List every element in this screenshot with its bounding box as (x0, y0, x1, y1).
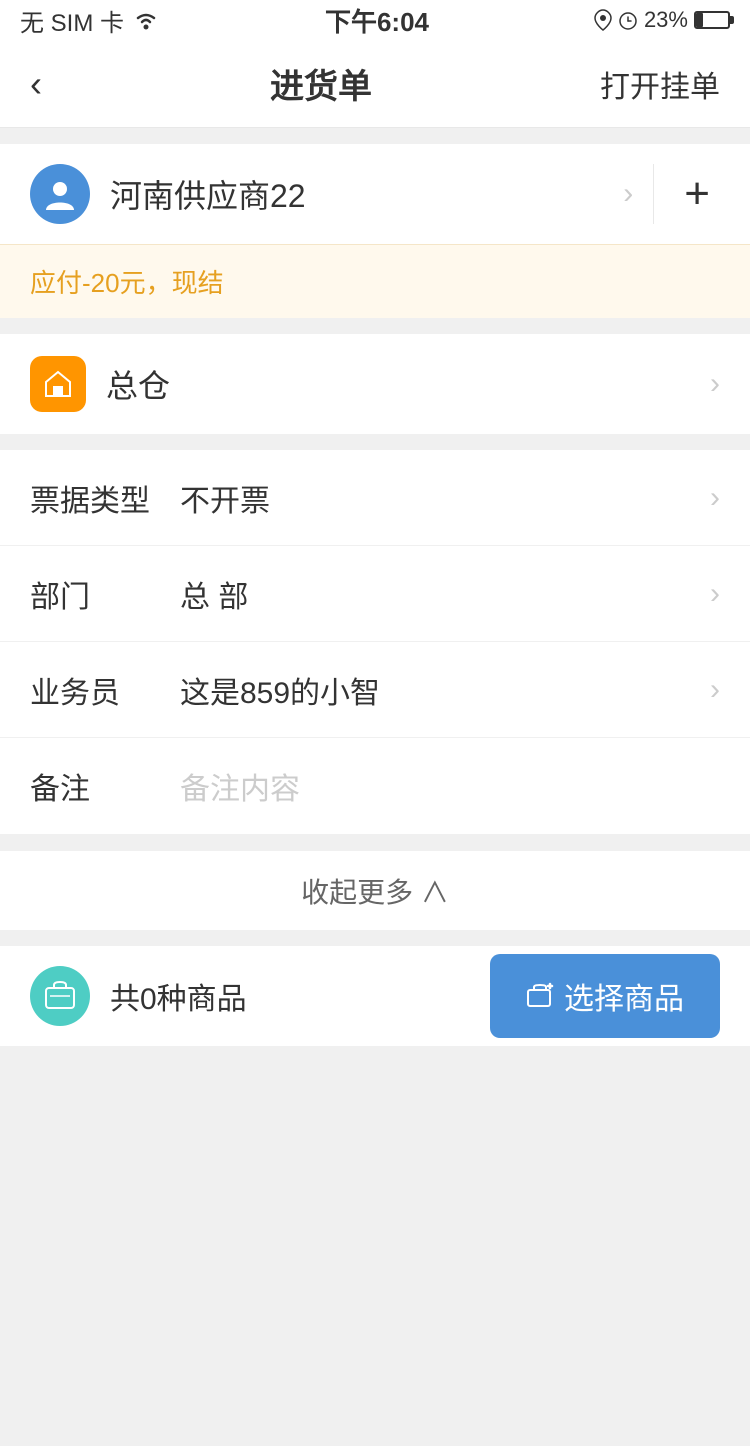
remarks-row[interactable]: 备注 备注内容 (0, 738, 750, 834)
select-cart-icon (526, 982, 554, 1010)
supplier-chevron-icon: › (623, 177, 633, 211)
collapse-section: 收起更多 ∧ (0, 850, 750, 930)
select-btn-label: 选择商品 (564, 974, 684, 1018)
salesperson-value: 这是859的小智 (160, 668, 710, 712)
cart-icon (42, 978, 78, 1014)
back-button[interactable]: ‹ (30, 63, 42, 105)
nav-bar: ‹ 进货单 打开挂单 (0, 40, 750, 128)
notice-banner: 应付-20元，现结 (0, 244, 750, 318)
salesperson-row[interactable]: 业务员 这是859的小智 › (0, 642, 750, 738)
warehouse-icon (30, 356, 86, 412)
battery-icon (694, 11, 730, 29)
wifi-icon (132, 10, 160, 30)
remarks-label: 备注 (30, 764, 160, 808)
battery-percent: 23% (644, 7, 688, 33)
warehouse-section: 总仓 › (0, 334, 750, 434)
department-label: 部门 (30, 572, 160, 616)
status-bar: 无 SIM 卡 下午6:04 23% (0, 0, 750, 40)
home-icon (42, 368, 74, 400)
person-icon (42, 176, 78, 212)
invoice-type-chevron-icon: › (710, 481, 720, 515)
supplier-divider (653, 164, 654, 224)
supplier-avatar (30, 164, 90, 224)
form-section: 票据类型 不开票 › 部门 总 部 › 业务员 这是859的小智 › 备注 备注… (0, 450, 750, 834)
notice-text: 应付-20元，现结 (30, 268, 224, 298)
product-count: 共0种商品 (110, 974, 490, 1018)
sim-status: 无 SIM 卡 (20, 3, 124, 38)
alarm-icon (618, 9, 638, 31)
department-row[interactable]: 部门 总 部 › (0, 546, 750, 642)
status-left: 无 SIM 卡 (20, 3, 160, 38)
supplier-section: 河南供应商22 › + (0, 144, 750, 244)
department-value: 总 部 (160, 572, 710, 616)
page-background (0, 1046, 750, 1446)
department-chevron-icon: › (710, 577, 720, 611)
invoice-type-row[interactable]: 票据类型 不开票 › (0, 450, 750, 546)
remarks-input[interactable]: 备注内容 (160, 764, 720, 808)
location-icon (594, 9, 612, 31)
salesperson-chevron-icon: › (710, 673, 720, 707)
supplier-row[interactable]: 河南供应商22 › + (30, 144, 720, 244)
page-title: 进货单 (270, 59, 372, 108)
warehouse-chevron-icon: › (710, 367, 720, 401)
warehouse-name: 总仓 (106, 361, 710, 407)
warehouse-row[interactable]: 总仓 › (0, 334, 750, 434)
invoice-type-label: 票据类型 (30, 476, 160, 520)
open-pending-button[interactable]: 打开挂单 (600, 62, 720, 106)
product-icon (30, 966, 90, 1026)
select-product-button[interactable]: 选择商品 (490, 954, 720, 1038)
status-right: 23% (594, 7, 730, 33)
add-supplier-button[interactable]: + (674, 169, 720, 219)
supplier-name: 河南供应商22 (110, 171, 623, 217)
bottom-bar: 共0种商品 选择商品 (0, 946, 750, 1046)
invoice-type-value: 不开票 (160, 476, 710, 520)
collapse-button[interactable]: 收起更多 ∧ (301, 871, 449, 911)
salesperson-label: 业务员 (30, 668, 160, 712)
status-time: 下午6:04 (325, 2, 429, 39)
section-gap-1 (0, 128, 750, 144)
